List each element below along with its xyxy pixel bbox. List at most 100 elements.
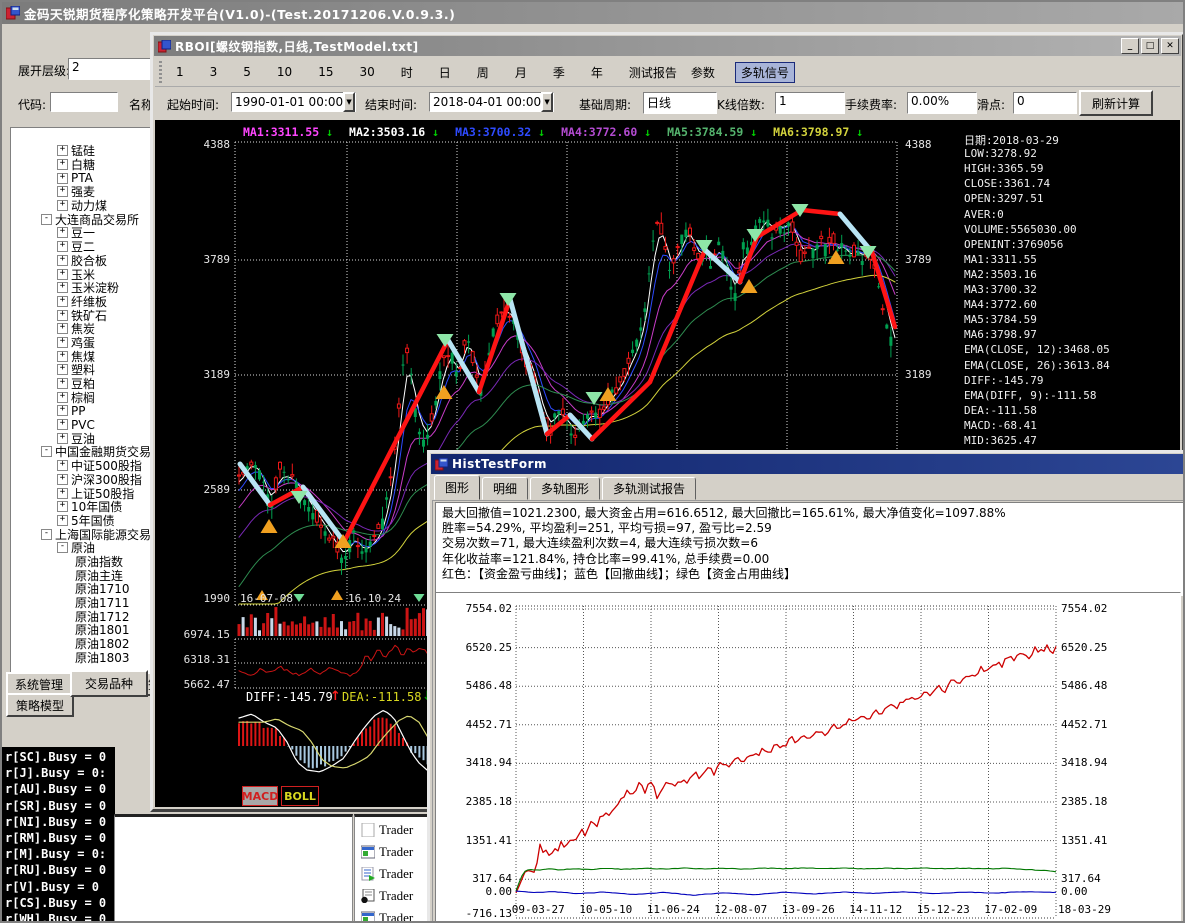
tree-item-5年国债[interactable]: +5年国债 — [11, 514, 151, 528]
expand-icon[interactable]: + — [57, 145, 68, 156]
toolbar-item-日[interactable]: 日 — [433, 62, 457, 83]
code-input[interactable] — [50, 92, 118, 112]
hist-tab-多轨图形[interactable]: 多轨图形 — [530, 477, 600, 500]
tree-item-白糖[interactable]: +白糖 — [11, 158, 151, 172]
collapse-icon[interactable]: - — [41, 446, 52, 457]
expand-icon[interactable]: + — [57, 392, 68, 403]
tree-item-纤维板[interactable]: +纤维板 — [11, 295, 151, 309]
toolbar-item-多轨信号[interactable]: 多轨信号 — [735, 62, 795, 83]
equity-plot[interactable] — [436, 593, 1180, 923]
rboi-titlebar[interactable]: RBOI[螺纹钢指数,日线,TestModel.txt] _ □ ✕ — [154, 36, 1181, 56]
macd-button[interactable]: MACD — [242, 786, 278, 806]
refresh-calc-button[interactable]: 刷新计算 — [1079, 90, 1153, 116]
expand-icon[interactable]: + — [57, 419, 68, 430]
expand-icon[interactable]: + — [57, 460, 68, 471]
expand-icon[interactable]: + — [57, 433, 68, 444]
tree-item-原油指数[interactable]: 原油指数 — [11, 555, 151, 569]
toolbar-item-1[interactable]: 1 — [170, 63, 190, 81]
tree-item-原油1711[interactable]: 原油1711 — [11, 596, 151, 610]
tree-item-强麦[interactable]: +强麦 — [11, 185, 151, 199]
tree-item-沪深300股指[interactable]: +沪深300股指 — [11, 473, 151, 487]
toolbar-item-月[interactable]: 月 — [509, 62, 533, 83]
equity-curve-chart[interactable]: 7554.026520.255486.484452.713418.942385.… — [435, 592, 1181, 923]
expand-icon[interactable]: + — [57, 364, 68, 375]
toolbar-item-时[interactable]: 时 — [395, 62, 419, 83]
tree-item-PTA[interactable]: +PTA — [11, 171, 151, 185]
boll-button[interactable]: BOLL — [281, 786, 319, 806]
tree-item-塑料[interactable]: +塑料 — [11, 363, 151, 377]
hist-tab-图形[interactable]: 图形 — [434, 475, 480, 500]
tree-item-PP[interactable]: +PP — [11, 404, 151, 418]
expand-icon[interactable]: + — [57, 405, 68, 416]
expand-icon[interactable]: + — [57, 378, 68, 389]
tree-item-10年国债[interactable]: +10年国债 — [11, 500, 151, 514]
k-multiple-input[interactable]: 1 — [775, 92, 845, 114]
trader-list-item[interactable]: Trader — [355, 907, 438, 923]
expand-icon[interactable]: + — [57, 269, 68, 280]
expand-icon[interactable]: + — [57, 296, 68, 307]
tree-item-原油1801[interactable]: 原油1801 — [11, 623, 151, 637]
expand-icon[interactable]: + — [57, 200, 68, 211]
tree-item-胶合板[interactable]: +胶合板 — [11, 254, 151, 268]
tree-item-原油1712[interactable]: 原油1712 — [11, 609, 151, 623]
toolbar-item-10[interactable]: 10 — [271, 63, 298, 81]
tree-item-豆一[interactable]: +豆一 — [11, 226, 151, 240]
tree-item-豆油[interactable]: +豆油 — [11, 431, 151, 445]
toolbar-item-测试报告[interactable]: 测试报告 — [623, 62, 683, 83]
tree-item-动力煤[interactable]: +动力煤 — [11, 199, 151, 213]
trader-list-item[interactable]: Trader — [355, 863, 438, 885]
tree-item-锰硅[interactable]: +锰硅 — [11, 144, 151, 158]
trader-list-item[interactable]: Trader — [355, 819, 438, 841]
tree-item-铁矿石[interactable]: +铁矿石 — [11, 308, 151, 322]
tree-item-焦煤[interactable]: +焦煤 — [11, 349, 151, 363]
expand-icon[interactable]: + — [57, 488, 68, 499]
tree-item-原油1802[interactable]: 原油1802 — [11, 637, 151, 651]
expand-icon[interactable]: + — [57, 337, 68, 348]
expand-icon[interactable]: + — [57, 515, 68, 526]
tree-item-焦炭[interactable]: +焦炭 — [11, 322, 151, 336]
trader-list-item[interactable]: Trader — [355, 885, 438, 907]
fee-rate-input[interactable]: 0.00% — [907, 92, 977, 114]
expand-icon[interactable]: + — [57, 323, 68, 334]
tree-item-上海国际能源交易中心[interactable]: -上海国际能源交易中心 — [11, 527, 151, 541]
collapse-icon[interactable]: - — [41, 529, 52, 540]
tree-item-PVC[interactable]: +PVC — [11, 418, 151, 432]
close-icon[interactable]: ✕ — [1161, 38, 1179, 54]
tree-item-原油[interactable]: -原油 — [11, 541, 151, 555]
end-time-combo[interactable]: 2018-04-01 00:00 ▼ — [429, 92, 554, 112]
tree-item-豆粕[interactable]: +豆粕 — [11, 377, 151, 391]
expand-icon[interactable]: + — [57, 351, 68, 362]
toolbar-item-季[interactable]: 季 — [547, 62, 571, 83]
sidebar-tab-交易品种[interactable]: 交易品种 — [70, 670, 148, 697]
trader-list-item[interactable]: Trader — [355, 841, 438, 863]
expand-icon[interactable]: + — [57, 186, 68, 197]
expand-icon[interactable]: + — [57, 474, 68, 485]
toolbar-item-3[interactable]: 3 — [204, 63, 224, 81]
tree-item-原油主连[interactable]: 原油主连 — [11, 568, 151, 582]
toolbar-item-年[interactable]: 年 — [585, 62, 609, 83]
expand-icon[interactable]: + — [57, 282, 68, 293]
expand-icon[interactable]: + — [57, 159, 68, 170]
expand-icon[interactable]: + — [57, 255, 68, 266]
toolbar-item-30[interactable]: 30 — [353, 63, 380, 81]
maximize-icon[interactable]: □ — [1141, 38, 1159, 54]
start-time-combo[interactable]: 1990-01-01 00:00 ▼ — [231, 92, 356, 112]
expand-icon[interactable]: + — [57, 310, 68, 321]
tree-item-玉米[interactable]: +玉米 — [11, 267, 151, 281]
tree-item-上证50股指[interactable]: +上证50股指 — [11, 486, 151, 500]
base-period-input[interactable]: 日线 — [643, 92, 717, 114]
tree-item-鸡蛋[interactable]: +鸡蛋 — [11, 336, 151, 350]
tree-item-豆二[interactable]: +豆二 — [11, 240, 151, 254]
hist-tab-多轨测试报告[interactable]: 多轨测试报告 — [602, 477, 696, 500]
chevron-down-icon[interactable]: ▼ — [343, 92, 355, 112]
hist-tab-明细[interactable]: 明细 — [482, 477, 528, 500]
collapse-icon[interactable]: - — [41, 214, 52, 225]
hist-titlebar[interactable]: HistTestForm — [431, 454, 1185, 474]
toolbar-grip[interactable] — [159, 61, 162, 83]
collapse-icon[interactable]: - — [57, 542, 68, 553]
expand-icon[interactable]: + — [57, 241, 68, 252]
slippage-input[interactable]: 0 — [1013, 92, 1077, 114]
tree-item-大连商品交易所[interactable]: -大连商品交易所 — [11, 212, 151, 226]
toolbar-item-周[interactable]: 周 — [471, 62, 495, 83]
toolbar-item-5[interactable]: 5 — [237, 63, 257, 81]
